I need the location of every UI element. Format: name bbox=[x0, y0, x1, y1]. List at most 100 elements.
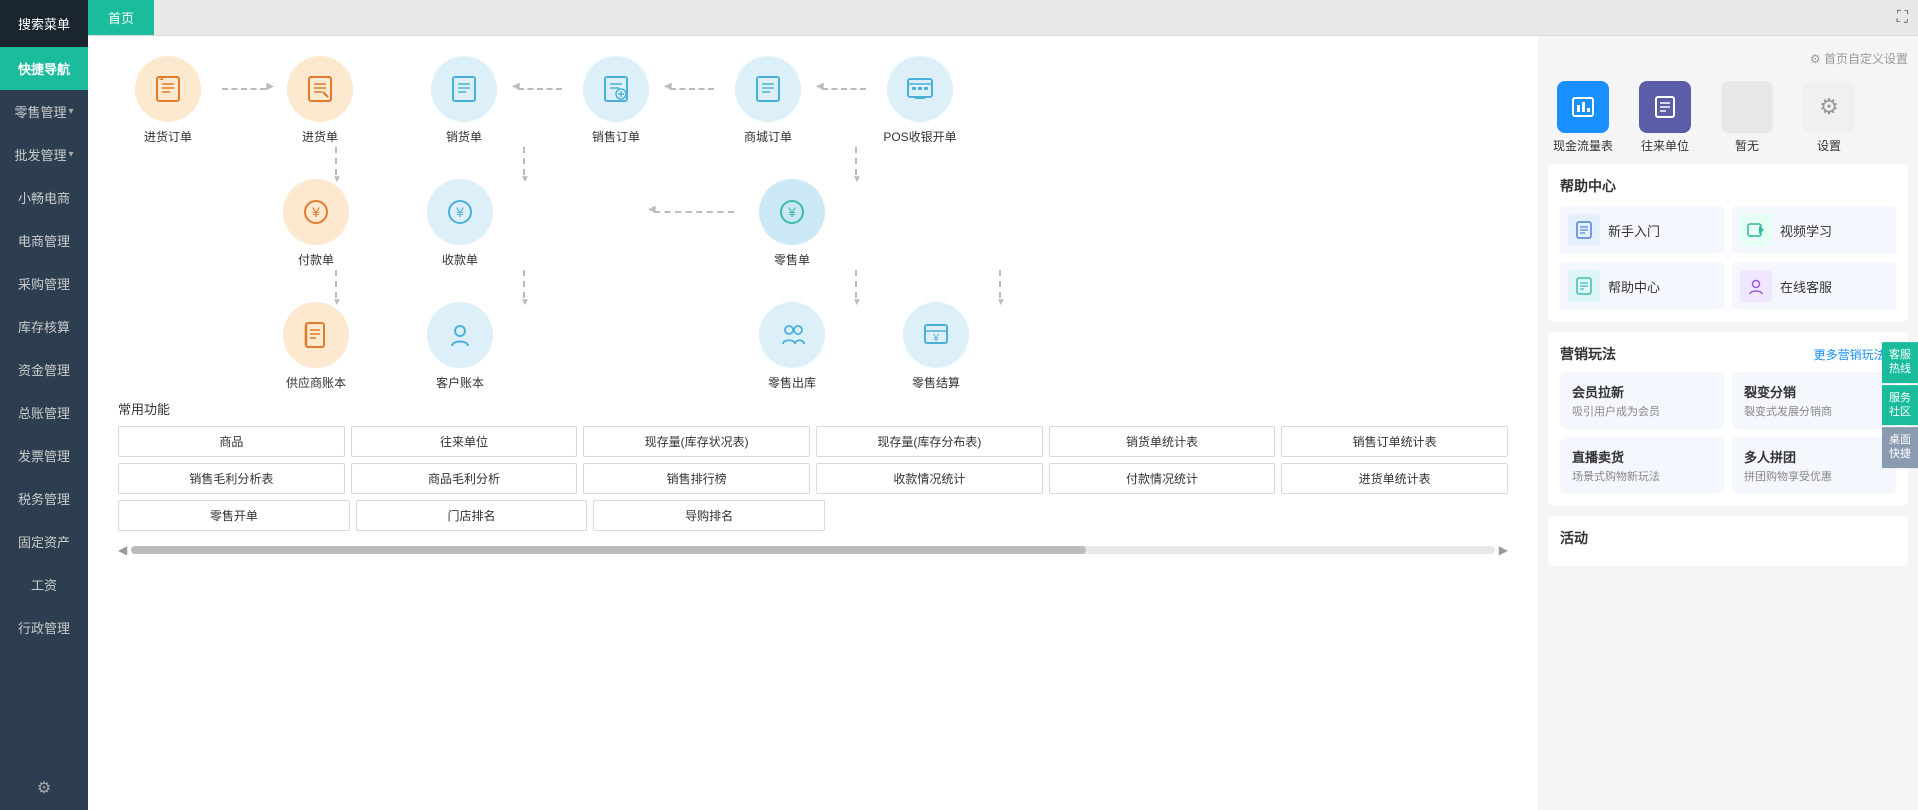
cf-btn-goods-gross[interactable]: 商品毛利分析 bbox=[351, 463, 578, 494]
scroll-right-arrow[interactable]: ▶ bbox=[1499, 543, 1508, 557]
flow-node-supplier-book[interactable]: 供应商账本 bbox=[266, 302, 366, 391]
mkt-item-fission[interactable]: 裂变分销 裂变式发展分销商 bbox=[1732, 372, 1896, 429]
sidebar-item-invoice[interactable]: 发票管理 bbox=[0, 434, 88, 477]
help-center-title: 帮助中心 bbox=[1560, 176, 1896, 196]
mkt-title: 裂变分销 bbox=[1744, 382, 1884, 401]
qi-cashflow[interactable]: 现金流量表 bbox=[1548, 81, 1618, 154]
qi-label: 往来单位 bbox=[1641, 137, 1689, 154]
sidebar-item-ecommgmt[interactable]: 电商管理 bbox=[0, 219, 88, 262]
receipt-icon: ¥ bbox=[427, 179, 493, 245]
cf-title: 常用功能 bbox=[118, 399, 1508, 418]
cf-btn-store-rank[interactable]: 门店排名 bbox=[356, 500, 588, 531]
sidebar-item-salary[interactable]: 工资 bbox=[0, 563, 88, 606]
cf-btn-partners[interactable]: 往来单位 bbox=[351, 426, 578, 457]
float-btn-service[interactable]: 客服热线 bbox=[1882, 342, 1918, 383]
mkt-item-live[interactable]: 直播卖货 场景式购物新玩法 bbox=[1560, 437, 1724, 494]
sidebar-search[interactable]: 搜索菜单 bbox=[0, 0, 88, 47]
video-icon bbox=[1740, 214, 1772, 246]
flow-node-receipt[interactable]: ¥ 收款单 bbox=[410, 179, 510, 268]
mkt-desc: 场景式购物新玩法 bbox=[1572, 468, 1712, 484]
sidebar-item-tax[interactable]: 税务管理 bbox=[0, 477, 88, 520]
mkt-item-group[interactable]: 多人拼团 拼团购物享受优惠 bbox=[1732, 437, 1896, 494]
sidebar-item-inventory[interactable]: 库存核算 bbox=[0, 305, 88, 348]
sidebar-item-assets[interactable]: 固定资产 bbox=[0, 520, 88, 563]
qi-partners[interactable]: 往来单位 bbox=[1630, 81, 1700, 154]
help-item-service[interactable]: 在线客服 bbox=[1732, 262, 1896, 310]
tab-expand-icon[interactable]: ⛶ bbox=[1887, 0, 1918, 35]
flow-node-customer-book[interactable]: 客户账本 bbox=[410, 302, 510, 391]
purchase-order-icon bbox=[135, 56, 201, 122]
cf-btn-stock-status[interactable]: 现存量(库存状况表) bbox=[583, 426, 810, 457]
retail-settlement-icon: ¥ bbox=[903, 302, 969, 368]
cf-btn-sales-gross[interactable]: 销售毛利分析表 bbox=[118, 463, 345, 494]
cf-grid-row2: 销售毛利分析表 商品毛利分析 销售排行榜 收款情况统计 付款情况统计 进货单统计… bbox=[118, 463, 1508, 494]
tab-home[interactable]: 首页 bbox=[88, 0, 154, 35]
cf-btn-sales-rank[interactable]: 销售排行榜 bbox=[583, 463, 810, 494]
help-label: 视频学习 bbox=[1780, 221, 1832, 240]
node-label: 零售单 bbox=[774, 251, 810, 268]
cf-btn-sale-order-report[interactable]: 销售订单统计表 bbox=[1281, 426, 1508, 457]
retail-icon: ¥ bbox=[759, 179, 825, 245]
chevron-icon: ▾ bbox=[68, 149, 73, 160]
qi-settings[interactable]: ⚙ 设置 bbox=[1794, 81, 1864, 154]
node-label: 销货单 bbox=[446, 128, 482, 145]
float-btn-desktop[interactable]: 桌面快捷 bbox=[1882, 427, 1918, 468]
sidebar-item-general-ledger[interactable]: 总账管理 bbox=[0, 391, 88, 434]
cf-btn-goods[interactable]: 商品 bbox=[118, 426, 345, 457]
cf-btn-retail-open[interactable]: 零售开单 bbox=[118, 500, 350, 531]
qi-none[interactable]: 暂无 bbox=[1712, 81, 1782, 154]
scroll-track[interactable] bbox=[131, 546, 1495, 554]
cf-btn-stock-dist[interactable]: 现存量(库存分布表) bbox=[816, 426, 1043, 457]
flow-node-retail-out[interactable]: 零售出库 bbox=[742, 302, 842, 391]
cf-btn-purchase-report[interactable]: 进货单统计表 bbox=[1281, 463, 1508, 494]
node-label: 零售结算 bbox=[912, 374, 960, 391]
flow-node-retail-settlement[interactable]: ¥ 零售结算 bbox=[886, 302, 986, 391]
help-item-help[interactable]: 帮助中心 bbox=[1560, 262, 1724, 310]
flow-node-pos[interactable]: POS收银开单 bbox=[870, 56, 970, 145]
cf-btn-receipt-stats[interactable]: 收款情况统计 bbox=[816, 463, 1043, 494]
flow-node-payment[interactable]: ¥ 付款单 bbox=[266, 179, 366, 268]
customize-label: 首页自定义设置 bbox=[1824, 52, 1908, 66]
activities-title: 活动 bbox=[1560, 528, 1896, 548]
sidebar-item-finance[interactable]: 资金管理 bbox=[0, 348, 88, 391]
sidebar-item-purchase[interactable]: 采购管理 bbox=[0, 262, 88, 305]
customer-book-icon bbox=[427, 302, 493, 368]
scroll-left-arrow[interactable]: ◀ bbox=[118, 543, 127, 557]
tabbar: 首页 ⛶ bbox=[88, 0, 1918, 36]
marketing-header: 营销玩法 更多营销玩法 > bbox=[1560, 344, 1896, 364]
sidebar-item-admin[interactable]: 行政管理 bbox=[0, 606, 88, 649]
down-arrow-retail bbox=[855, 270, 857, 298]
sidebar-item-retail[interactable]: 零售管理 ▾ bbox=[0, 90, 88, 133]
qi-label: 暂无 bbox=[1735, 137, 1759, 154]
flow-node-retail[interactable]: ¥ 零售单 bbox=[742, 179, 842, 268]
help-center-card: 帮助中心 新手入门 视频学习 bbox=[1548, 164, 1908, 322]
svg-text:¥: ¥ bbox=[455, 204, 464, 220]
flow-row-3: 供应商账本 客户账本 bbox=[118, 302, 1508, 391]
sidebar-quicknav[interactable]: 快捷导航 bbox=[0, 47, 88, 90]
flow-node-purchase-order[interactable]: 进货订单 bbox=[118, 56, 218, 145]
down-arrow-receipt bbox=[523, 270, 525, 298]
help-doc-icon bbox=[1568, 270, 1600, 302]
help-item-beginner[interactable]: 新手入门 bbox=[1560, 206, 1724, 254]
partners-icon bbox=[1639, 81, 1691, 133]
help-item-video[interactable]: 视频学习 bbox=[1732, 206, 1896, 254]
flow-node-purchase[interactable]: 进货单 bbox=[270, 56, 370, 145]
flow-node-sales[interactable]: 销货单 bbox=[414, 56, 514, 145]
flow-node-mall-order[interactable]: 商城订单 bbox=[718, 56, 818, 145]
flow-node-sale-order[interactable]: 销售订单 bbox=[566, 56, 666, 145]
mkt-item-member[interactable]: 会员拉新 吸引用户成为会员 bbox=[1560, 372, 1724, 429]
cf-btn-sales-report[interactable]: 销货单统计表 bbox=[1049, 426, 1276, 457]
cf-btn-guide-rank[interactable]: 导购排名 bbox=[593, 500, 825, 531]
none-icon bbox=[1721, 81, 1773, 133]
mall-order-icon bbox=[735, 56, 801, 122]
sidebar-settings[interactable]: ⚙ bbox=[0, 766, 88, 810]
float-btn-community[interactable]: 服务社区 bbox=[1882, 385, 1918, 426]
pos-icon bbox=[887, 56, 953, 122]
sidebar-item-ecom[interactable]: 小畅电商 bbox=[0, 176, 88, 219]
help-grid: 新手入门 视频学习 帮助中心 bbox=[1560, 206, 1896, 310]
left-panel: 进货订单 进货单 bbox=[88, 36, 1538, 810]
customize-header[interactable]: ⚙ 首页自定义设置 bbox=[1548, 46, 1908, 71]
sidebar-item-wholesale[interactable]: 批发管理 ▾ bbox=[0, 133, 88, 176]
arrow-left-1: ◀ bbox=[518, 88, 562, 114]
cf-btn-payment-stats[interactable]: 付款情况统计 bbox=[1049, 463, 1276, 494]
